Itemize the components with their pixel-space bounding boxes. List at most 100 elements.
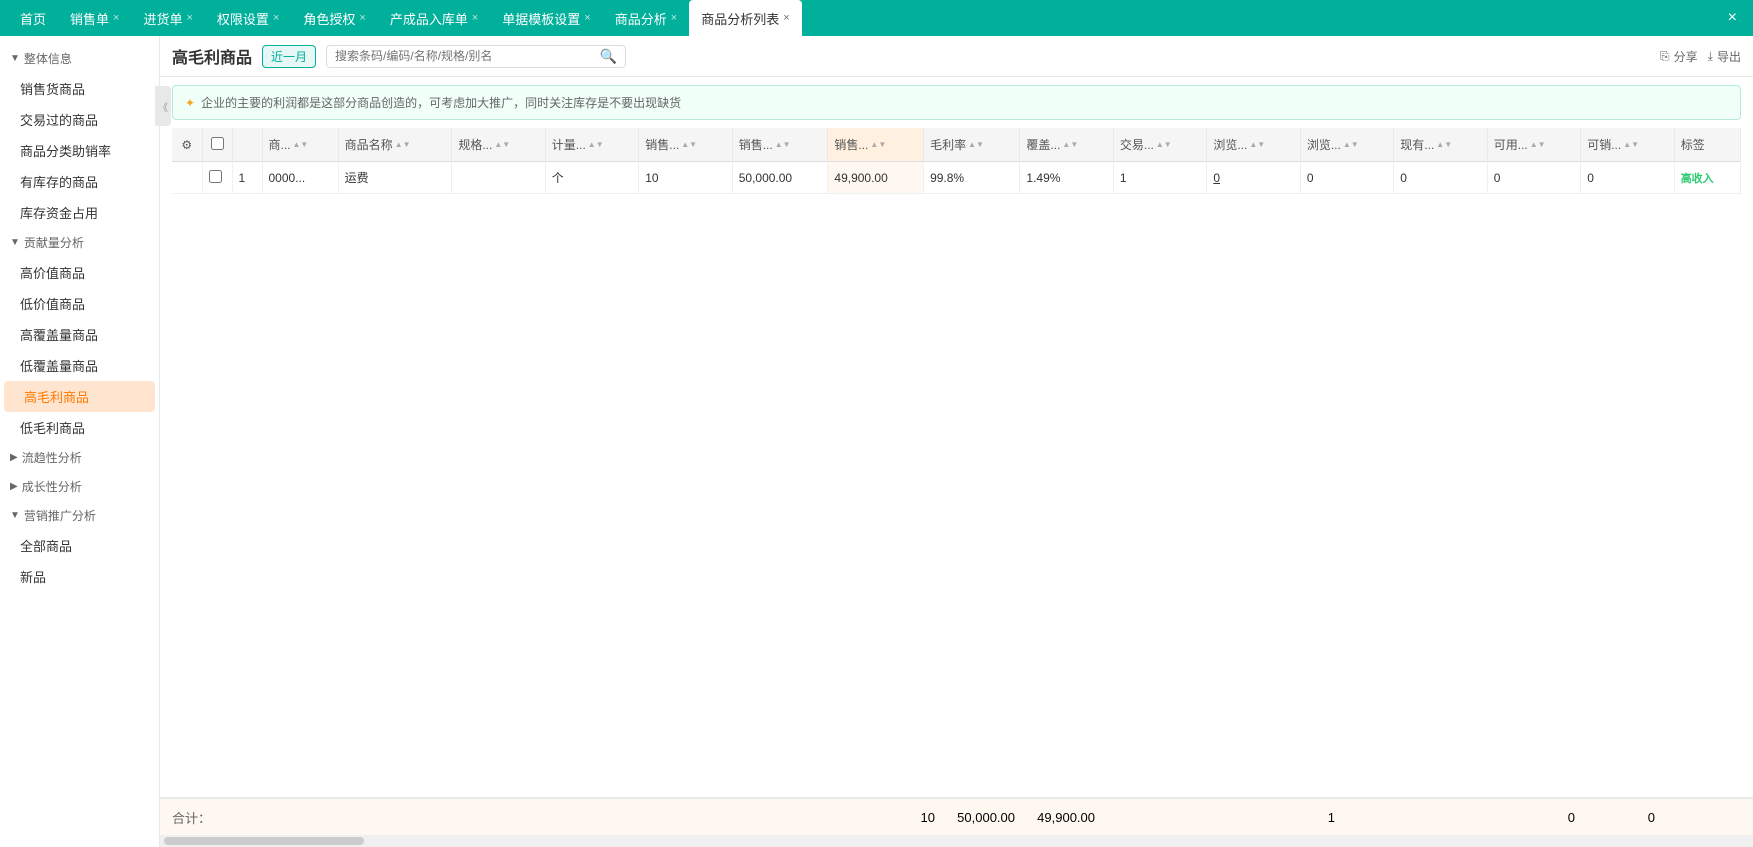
sidebar-item-sales-goods[interactable]: 销售货商品: [0, 73, 159, 104]
sidebar-collapse-button[interactable]: 《: [155, 86, 171, 126]
sort-sellable-stock[interactable]: ▲▼: [1623, 141, 1639, 149]
nav-close-template[interactable]: ×: [584, 12, 590, 24]
col-coverage[interactable]: 覆盖... ▲▼: [1020, 128, 1113, 162]
arrow-contribution: ▼: [10, 237, 20, 248]
data-table: ⚙ 商... ▲▼ 商品名称: [172, 128, 1741, 194]
sidebar-item-stock-goods[interactable]: 有库存的商品: [0, 166, 159, 197]
table-header-row: ⚙ 商... ▲▼ 商品名称: [172, 128, 1741, 162]
col-browse2[interactable]: 浏览... ▲▼: [1300, 128, 1393, 162]
footer-totals: 合计： 10 50,000.00 49,900.00 1 0 0: [160, 797, 1753, 835]
sidebar-group-growth[interactable]: ▶ 成长性分析: [0, 472, 159, 501]
sidebar-item-low-coverage[interactable]: 低覆盖量商品: [0, 350, 159, 381]
nav-close-product-inbound[interactable]: ×: [472, 12, 478, 24]
sidebar-item-low-margin[interactable]: 低毛利商品: [0, 412, 159, 443]
sort-gross-margin[interactable]: ▲▼: [968, 141, 984, 149]
search-input[interactable]: [335, 49, 600, 63]
table-cell: 0: [1300, 162, 1393, 194]
col-unit[interactable]: 计量... ▲▼: [545, 128, 638, 162]
nav-sales[interactable]: 销售单 ×: [58, 0, 131, 36]
sidebar-item-high-coverage[interactable]: 高覆盖量商品: [0, 319, 159, 350]
sort-unit[interactable]: ▲▼: [588, 141, 604, 149]
col-checkbox[interactable]: [202, 128, 232, 162]
sort-name[interactable]: ▲▼: [395, 141, 411, 149]
content-area: 高毛利商品 近一月 🔍 ⎘ 分享 ⤓ 导出 ✦ 企业的主要的利润都是这部分商品创…: [160, 36, 1753, 847]
search-box: 🔍: [326, 45, 626, 68]
nav-purchase[interactable]: 进货单 ×: [131, 0, 204, 36]
sort-browse1[interactable]: ▲▼: [1249, 141, 1265, 149]
col-spec[interactable]: 规格... ▲▼: [452, 128, 545, 162]
nav-close-product-analysis-list[interactable]: ×: [783, 12, 789, 24]
footer-label: 合计：: [172, 808, 211, 827]
sort-sales-profit[interactable]: ▲▼: [870, 141, 886, 149]
nav-close-product-analysis[interactable]: ×: [671, 12, 677, 24]
period-button[interactable]: 近一月: [262, 45, 316, 68]
arrow-overall: ▼: [10, 53, 20, 64]
sort-code[interactable]: ▲▼: [293, 141, 309, 149]
col-current-stock[interactable]: 现有... ▲▼: [1394, 128, 1487, 162]
arrow-growth: ▶: [10, 481, 18, 492]
sidebar-item-high-value[interactable]: 高价值商品: [0, 257, 159, 288]
col-sales-profit[interactable]: 销售... ▲▼: [828, 128, 924, 162]
col-sales-amount[interactable]: 销售... ▲▼: [732, 128, 828, 162]
sidebar-group-contribution[interactable]: ▼ 贡献量分析: [0, 228, 159, 257]
share-button[interactable]: ⎘ 分享: [1660, 48, 1698, 65]
nav-roles[interactable]: 角色授权 ×: [291, 0, 377, 36]
table-cell: 1: [232, 162, 262, 194]
table-cell: 0000...: [262, 162, 338, 194]
col-name[interactable]: 商品名称 ▲▼: [338, 128, 452, 162]
table-row: 10000...运费个1050,000.0049,900.0099.8%1.49…: [172, 162, 1741, 194]
nav-home[interactable]: 首页: [8, 0, 58, 36]
export-button[interactable]: ⤓ 导出: [1708, 48, 1741, 65]
col-sales-qty[interactable]: 销售... ▲▼: [639, 128, 732, 162]
horizontal-scrollbar[interactable]: [160, 835, 1753, 847]
nav-permissions[interactable]: 权限设置 ×: [205, 0, 291, 36]
info-banner: ✦ 企业的主要的利润都是这部分商品创造的，可考虑加大推广，同时关注库存是不要出现…: [172, 85, 1741, 120]
sort-transaction[interactable]: ▲▼: [1156, 141, 1172, 149]
search-icon[interactable]: 🔍: [600, 48, 617, 65]
nav-close-permissions[interactable]: ×: [273, 12, 279, 24]
sidebar-item-all-goods[interactable]: 全部商品: [0, 530, 159, 561]
sidebar-group-trend[interactable]: ▶ 流趋性分析: [0, 443, 159, 472]
sort-sales-amount[interactable]: ▲▼: [775, 141, 791, 149]
sidebar-group-overall[interactable]: ▼ 整体信息: [0, 44, 159, 73]
sort-sales-qty[interactable]: ▲▼: [681, 141, 697, 149]
col-sellable-stock[interactable]: 可销... ▲▼: [1581, 128, 1674, 162]
browse1-link[interactable]: 0: [1213, 171, 1220, 185]
nav-close-purchase[interactable]: ×: [186, 12, 192, 24]
col-available-stock[interactable]: 可用... ▲▼: [1487, 128, 1580, 162]
sidebar-item-traded-goods[interactable]: 交易过的商品: [0, 104, 159, 135]
col-browse1[interactable]: 浏览... ▲▼: [1207, 128, 1300, 162]
sidebar-item-category-rate[interactable]: 商品分类助销率: [0, 135, 159, 166]
sidebar-item-high-margin[interactable]: 高毛利商品: [4, 381, 155, 412]
nav-close-roles[interactable]: ×: [359, 12, 365, 24]
select-all-checkbox[interactable]: [211, 137, 224, 150]
sidebar-group-marketing[interactable]: ▼ 营销推广分析: [0, 501, 159, 530]
sort-available-stock[interactable]: ▲▼: [1530, 141, 1546, 149]
nav-close-sales[interactable]: ×: [113, 12, 119, 24]
table-cell: [452, 162, 545, 194]
row-checkbox[interactable]: [209, 170, 222, 183]
table-cell: 50,000.00: [732, 162, 828, 194]
sidebar-item-new-goods[interactable]: 新品: [0, 561, 159, 592]
nav-product-analysis-list[interactable]: 商品分析列表 ×: [689, 0, 801, 36]
table-cell: 0: [1207, 162, 1300, 194]
sidebar-item-low-value[interactable]: 低价值商品: [0, 288, 159, 319]
sidebar-item-stock-capital[interactable]: 库存资金占用: [0, 197, 159, 228]
table-cell: 个: [545, 162, 638, 194]
nav-product-inbound[interactable]: 产成品入库单 ×: [378, 0, 490, 36]
window-close-button[interactable]: ×: [1720, 9, 1745, 27]
nav-template[interactable]: 单据模板设置 ×: [490, 0, 602, 36]
sort-browse2[interactable]: ▲▼: [1343, 141, 1359, 149]
sort-coverage[interactable]: ▲▼: [1062, 141, 1078, 149]
col-transaction[interactable]: 交易... ▲▼: [1113, 128, 1206, 162]
col-code[interactable]: 商... ▲▼: [262, 128, 338, 162]
col-settings[interactable]: ⚙: [172, 128, 202, 162]
nav-product-analysis[interactable]: 商品分析 ×: [603, 0, 689, 36]
sort-spec[interactable]: ▲▼: [494, 141, 510, 149]
scroll-thumb[interactable]: [164, 837, 364, 845]
top-navigation: 首页 销售单 × 进货单 × 权限设置 × 角色授权 × 产成品入库单 × 单据…: [0, 0, 1753, 36]
sort-current-stock[interactable]: ▲▼: [1436, 141, 1452, 149]
footer-sales-qty: 10: [861, 810, 941, 825]
col-gross-margin[interactable]: 毛利率 ▲▼: [924, 128, 1020, 162]
footer-sales-profit: 49,900.00: [1021, 810, 1101, 825]
